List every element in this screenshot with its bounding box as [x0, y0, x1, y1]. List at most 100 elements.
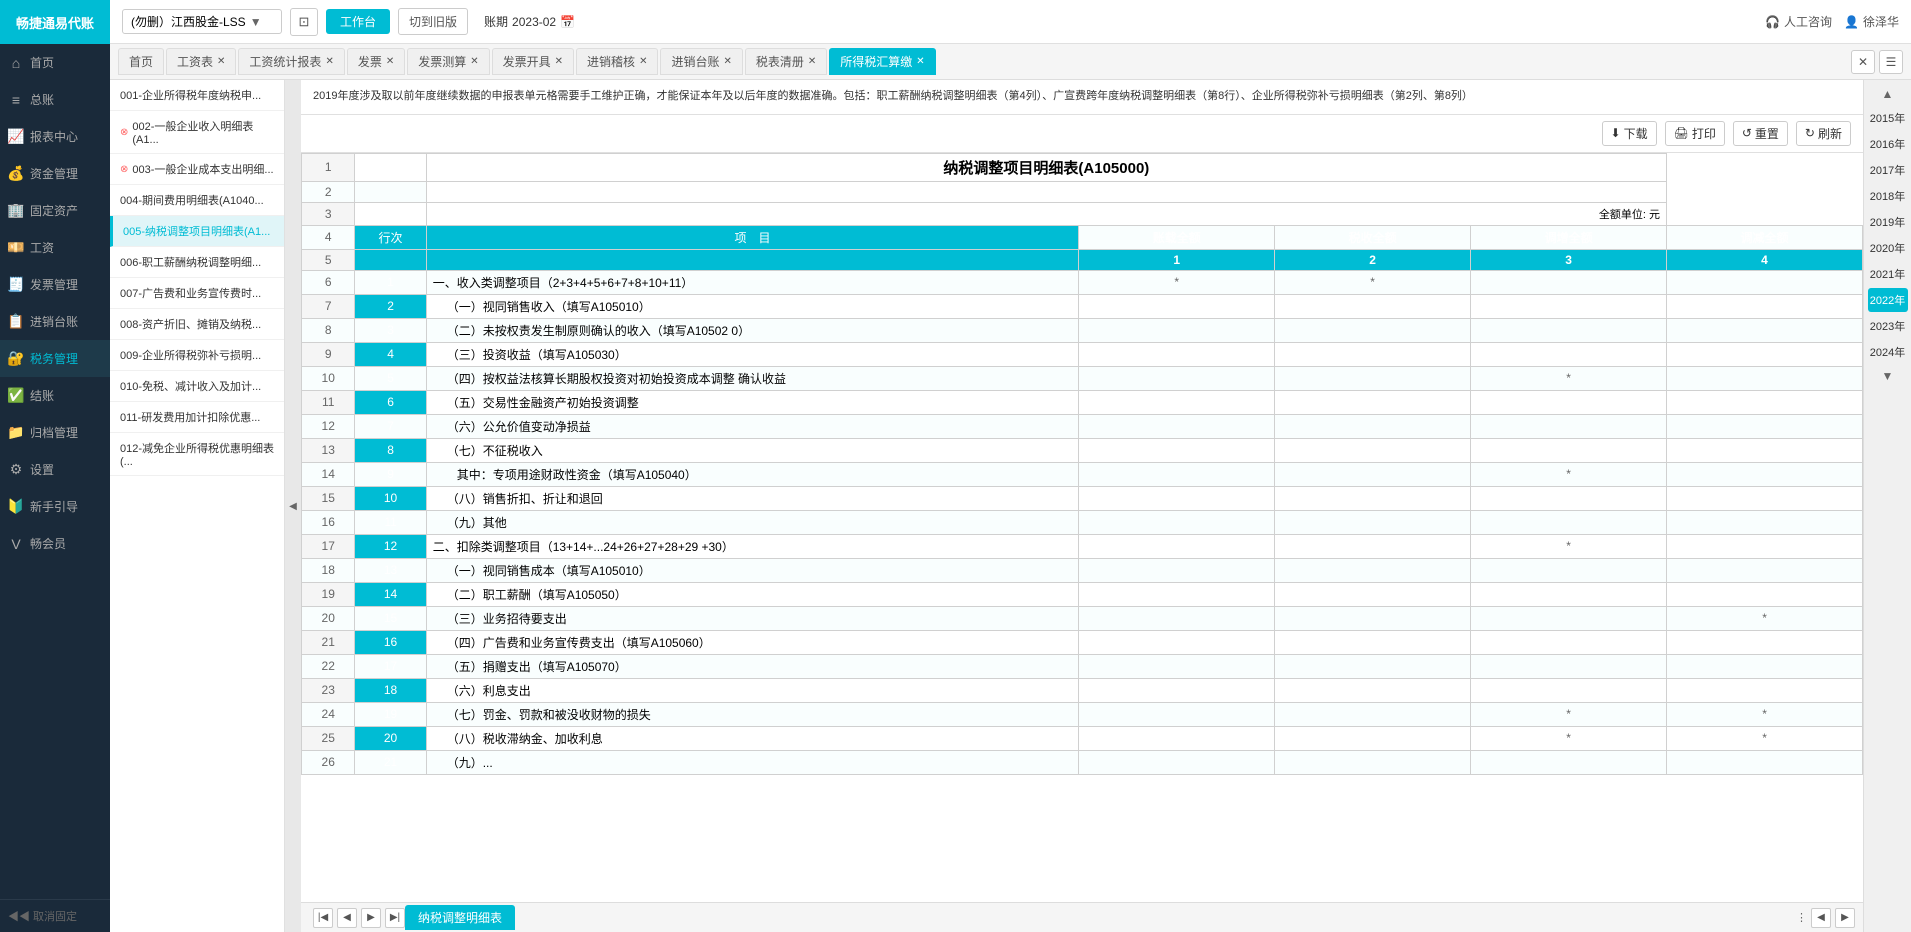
year-2021[interactable]: 2021年: [1868, 262, 1908, 286]
settings-icon: ⚙: [8, 462, 24, 478]
service-btn[interactable]: 🎧 人工咨询: [1765, 13, 1832, 30]
tab-payroll-stat-close[interactable]: ✕: [325, 56, 333, 67]
tab-invoice[interactable]: 发票 ✕: [347, 48, 405, 75]
year-2017[interactable]: 2017年: [1868, 158, 1908, 182]
sidebar-item-settings[interactable]: ⚙ 设置: [0, 451, 110, 488]
year-2020[interactable]: 2020年: [1868, 236, 1908, 260]
item-001-label: 001-企业所得税年度纳税申...: [120, 87, 261, 103]
sheet-nav-prev[interactable]: ◀: [337, 908, 357, 928]
left-panel-item-007[interactable]: 007-广告费和业务宣传费时...: [110, 278, 284, 309]
tab-home[interactable]: 首页: [118, 48, 164, 75]
row-num: 2: [302, 181, 355, 202]
table-subheader-row: 5 1 2 3 4: [302, 249, 1863, 270]
sidebar-item-home[interactable]: ⌂ 首页: [0, 44, 110, 81]
tab-invoice-ledger[interactable]: 进销台账 ✕: [660, 48, 742, 75]
tab-tax-clear-close[interactable]: ✕: [808, 56, 816, 67]
sidebar-item-archive[interactable]: 📁 归档管理: [0, 414, 110, 451]
left-panel-item-008[interactable]: 008-资产折旧、摊销及纳税...: [110, 309, 284, 340]
sidebar-item-guide[interactable]: 🔰 新手引导: [0, 488, 110, 525]
left-panel-item-005[interactable]: 005-纳税调整项目明细表(A1...: [110, 216, 284, 247]
sidebar-item-invoice-mgr[interactable]: 🧾 发票管理: [0, 266, 110, 303]
year-2019[interactable]: 2019年: [1868, 210, 1908, 234]
sidebar-item-fixed[interactable]: 🏢 固定资产: [0, 192, 110, 229]
closing-icon: ✅: [8, 388, 24, 404]
refresh-button[interactable]: ↻ 刷新: [1796, 121, 1851, 146]
sidebar-item-ledger[interactable]: ≡ 总账: [0, 81, 110, 118]
tab-invoice-in[interactable]: 进销稽核 ✕: [576, 48, 658, 75]
left-panel-item-012[interactable]: 012-减免企业所得税优惠明细表(...: [110, 433, 284, 476]
horizontal-scroll-left[interactable]: ◀: [1811, 908, 1831, 928]
bottom-tab-sheet1[interactable]: 纳税调整明细表: [405, 905, 515, 930]
tab-invoice-open-close[interactable]: ✕: [555, 56, 563, 67]
item-008-label: 008-资产折旧、摊销及纳税...: [120, 316, 261, 332]
tab-income-tax-close[interactable]: ✕: [916, 56, 924, 67]
company-selector[interactable]: (勿删）江西股金-LSS ▼: [122, 9, 282, 34]
table-row: 2217 （五）捐赠支出（填写A105070）: [302, 654, 1863, 678]
year-up-btn[interactable]: ▲: [1868, 84, 1908, 104]
tab-invoice-calc[interactable]: 发票测算 ✕: [407, 48, 489, 75]
sidebar-unpin[interactable]: ◀◀ 取消固定: [0, 899, 110, 932]
left-panel-item-011[interactable]: 011-研发费用加计扣除优惠...: [110, 402, 284, 433]
left-panel-item-006[interactable]: 006-职工薪酬纳税调整明细...: [110, 247, 284, 278]
old-version-button[interactable]: 切到旧版: [398, 8, 468, 35]
left-panel-item-009[interactable]: 009-企业所得税弥补亏损明...: [110, 340, 284, 371]
sheet-nav-first[interactable]: |◀: [313, 908, 333, 928]
topbar-icon-btn[interactable]: ⊡: [290, 8, 318, 36]
year-2024[interactable]: 2024年: [1868, 340, 1908, 364]
reset-button[interactable]: ↺ 重置: [1733, 121, 1788, 146]
year-2023[interactable]: 2023年: [1868, 314, 1908, 338]
year-2018[interactable]: 2018年: [1868, 184, 1908, 208]
user-avatar[interactable]: 👤 徐泽华: [1844, 13, 1899, 30]
tab-invoice-open[interactable]: 发票开具 ✕: [492, 48, 574, 75]
sidebar-item-closing[interactable]: ✅ 结账: [0, 377, 110, 414]
tab-invoice-ledger-label: 进销台账: [671, 53, 719, 70]
year-2015[interactable]: 2015年: [1868, 106, 1908, 130]
download-label: 下载: [1624, 125, 1648, 142]
sidebar-item-assets[interactable]: 💰 资金管理: [0, 155, 110, 192]
tab-invoice-ledger-close[interactable]: ✕: [723, 56, 731, 67]
sidebar-item-report[interactable]: 📈 报表中心: [0, 118, 110, 155]
tab-invoice-in-close[interactable]: ✕: [639, 56, 647, 67]
workbench-button[interactable]: 工作台: [326, 9, 390, 34]
tab-invoice-calc-close[interactable]: ✕: [470, 56, 478, 67]
horizontal-scroll-right[interactable]: ▶: [1835, 908, 1855, 928]
sidebar-item-tax[interactable]: 🔐 税务管理: [0, 340, 110, 377]
table-row: 2015 （三）业务招待要支出 *: [302, 606, 1863, 630]
year-down-btn[interactable]: ▼: [1868, 366, 1908, 386]
tax-icon: 🔐: [8, 351, 24, 367]
tab-tax-clear[interactable]: 税表清册 ✕: [745, 48, 827, 75]
tab-invoice-close[interactable]: ✕: [386, 56, 394, 67]
left-panel-item-003[interactable]: ⊗ 003-一般企业成本支出明细...: [110, 154, 284, 185]
sheet-toolbar: ⬇ 下载 🖨 打印 ↺ 重置 ↻ 刷新: [301, 115, 1863, 153]
sidebar: 畅捷通易代账 ⌂ 首页 ≡ 总账 📈 报表中心 💰 资金管理 🏢 固定资产 💴 …: [0, 0, 110, 932]
left-panel-item-001[interactable]: 001-企业所得税年度纳税申...: [110, 80, 284, 111]
tab-income-tax[interactable]: 所得税汇算缴 ✕: [829, 48, 935, 75]
guide-icon: 🔰: [8, 499, 24, 515]
sheet-nav-last[interactable]: ▶|: [385, 908, 405, 928]
sidebar-item-invoice-ledger[interactable]: 📋 进销台账: [0, 303, 110, 340]
spreadsheet-area[interactable]: 1 纳税调整项目明细表(A105000) 2: [301, 153, 1863, 902]
avatar-icon: 👤: [1844, 15, 1859, 29]
year-2022[interactable]: 2022年: [1868, 288, 1908, 312]
sidebar-item-label: 进销台账: [30, 313, 78, 330]
sheet-nav-next[interactable]: ▶: [361, 908, 381, 928]
left-panel-item-010[interactable]: 010-免税、减计收入及加计...: [110, 371, 284, 402]
tab-payroll-stat[interactable]: 工资统计报表 ✕: [238, 48, 344, 75]
sidebar-item-member[interactable]: V 畅会员: [0, 525, 110, 562]
left-panel-item-002[interactable]: ⊗ 002-一般企业收入明细表(A1...: [110, 111, 284, 154]
col-c4-header: 调减全额: [1667, 225, 1863, 249]
left-panel-item-004[interactable]: 004-期间费用明细表(A1040...: [110, 185, 284, 216]
sidebar-item-payroll[interactable]: 💴 工资: [0, 229, 110, 266]
download-button[interactable]: ⬇ 下载: [1602, 121, 1657, 146]
tab-home-label: 首页: [129, 53, 153, 70]
col-c3-sub: 3: [1471, 249, 1667, 270]
print-button[interactable]: 🖨 打印: [1665, 121, 1725, 146]
year-2016[interactable]: 2016年: [1868, 132, 1908, 156]
tab-menu[interactable]: ☰: [1879, 50, 1903, 74]
tab-payroll-close[interactable]: ✕: [217, 56, 225, 67]
tab-payroll[interactable]: 工资表 ✕: [166, 48, 236, 75]
tab-close-all[interactable]: ✕: [1851, 50, 1875, 74]
warning-text: 2019年度涉及取以前年度继续数据的申报表单元格需要手工维护正确，才能保证本年及…: [313, 90, 1473, 102]
panel-toggle[interactable]: ◀: [285, 80, 301, 932]
item-003-label: 003-一般企业成本支出明细...: [132, 161, 273, 177]
